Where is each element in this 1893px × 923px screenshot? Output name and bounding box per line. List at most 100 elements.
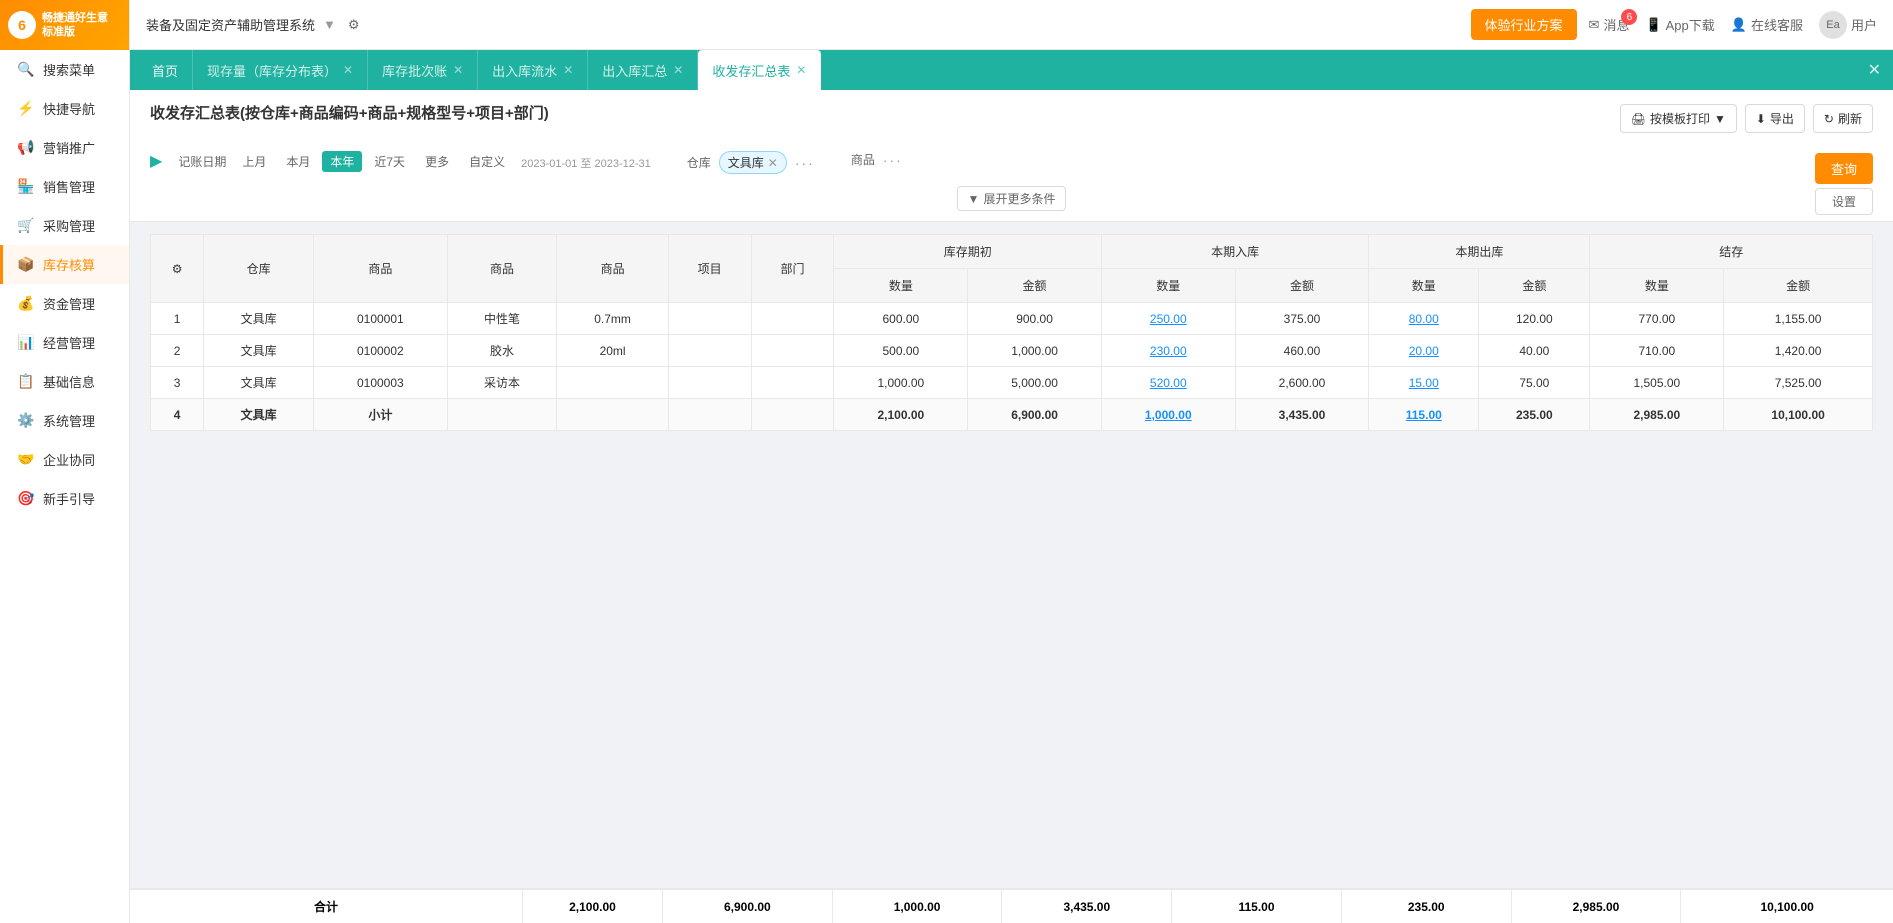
tab-home[interactable]: 首页	[138, 50, 193, 90]
row2-close-qty: 710.00	[1590, 335, 1724, 367]
subtotal-warehouse: 文具库	[204, 399, 314, 431]
tab-close-in-out-flow[interactable]: ✕	[563, 63, 573, 77]
row1-code: 0100001	[313, 303, 447, 335]
row3-in-amt: 2,600.00	[1235, 367, 1369, 399]
sidebar-item-sales[interactable]: 🏪 销售管理	[0, 167, 129, 206]
date-btn-custom[interactable]: 自定义	[461, 151, 513, 172]
close-all-tabs-button[interactable]: ✕	[1856, 60, 1893, 80]
settings-button[interactable]: 设置	[1815, 188, 1873, 215]
print-button[interactable]: 🖨 按模板打印 ▼	[1620, 104, 1737, 133]
online-service-action[interactable]: 👤 在线客服	[1731, 15, 1803, 34]
query-button[interactable]: 查询	[1815, 153, 1873, 184]
date-btn-7days[interactable]: 近7天	[366, 151, 413, 172]
sidebar-item-system[interactable]: ⚙️ 系统管理	[0, 401, 129, 440]
date-btn-prev-month[interactable]: 上月	[234, 151, 274, 172]
filter-section: 收发存汇总表(按仓库+商品编码+商品+规格型号+项目+部门) 🖨 按模板打印 ▼…	[130, 90, 1893, 222]
trial-button[interactable]: 体验行业方案	[1471, 9, 1577, 40]
dropdown-arrow-icon: ▼	[1714, 112, 1726, 126]
message-action[interactable]: ✉ 消息 6	[1589, 15, 1630, 34]
total-open-qty: 2,100.00	[522, 890, 662, 923]
date-shortcut-buttons: 上月 本月 本年 近7天 更多 自定义	[234, 151, 513, 172]
system-icon: ⚙️	[17, 412, 35, 429]
subtotal-in-qty[interactable]: 1,000.00	[1101, 399, 1235, 431]
date-range-display: 2023-01-01 至 2023-12-31	[521, 155, 651, 171]
message-badge: 6	[1621, 9, 1637, 25]
table-container: ⚙ 仓库 商品 商品 商品 项目 部门 库存期初 本期入库 本期出库 结存 数量	[130, 222, 1893, 923]
filter-row-2: ▼ 展开更多条件	[130, 182, 1893, 222]
sidebar-item-purchase[interactable]: 🛒 采购管理	[0, 206, 129, 245]
tab-batch-account[interactable]: 库存批次账 ✕	[368, 50, 478, 90]
date-btn-this-year[interactable]: 本年	[322, 151, 362, 172]
sidebar-item-inventory[interactable]: 📦 库存核算	[0, 245, 129, 284]
table-row: 2 文具库 0100002 胶水 20ml 500.00 1,000.00 23…	[151, 335, 1873, 367]
sidebar-item-enterprise[interactable]: 🤝 企业协同	[0, 440, 129, 479]
row2-open-qty: 500.00	[834, 335, 968, 367]
row2-out-qty[interactable]: 20.00	[1369, 335, 1479, 367]
service-icon: 👤	[1731, 17, 1747, 33]
page-content: 收发存汇总表(按仓库+商品编码+商品+规格型号+项目+部门) 🖨 按模板打印 ▼…	[130, 90, 1893, 923]
operations-icon: 📊	[17, 334, 35, 351]
tab-close-recv-send-summary[interactable]: ✕	[796, 63, 806, 77]
row1-close-qty: 770.00	[1590, 303, 1724, 335]
settings-icon[interactable]: ⚙	[348, 17, 360, 33]
tab-close-in-out-summary[interactable]: ✕	[673, 63, 683, 77]
row1-spec: 0.7mm	[557, 303, 668, 335]
dropdown-icon: ▼	[323, 17, 336, 32]
row1-close-amt: 1,155.00	[1724, 303, 1873, 335]
col-header-product-code: 商品	[313, 235, 447, 303]
sidebar-item-operations[interactable]: 📊 经营管理	[0, 323, 129, 362]
tab-close-batch-account[interactable]: ✕	[453, 63, 463, 77]
tab-inventory-dist[interactable]: 现存量（库存分布表） ✕	[193, 50, 368, 90]
row2-in-qty[interactable]: 230.00	[1101, 335, 1235, 367]
export-button[interactable]: ⬇ 导出	[1745, 104, 1805, 133]
row3-out-amt: 75.00	[1479, 367, 1590, 399]
warehouse-tag-close-button[interactable]: ✕	[768, 156, 778, 170]
subtotal-project	[668, 399, 751, 431]
col-header-product-spec: 商品	[557, 235, 668, 303]
expand-conditions-button[interactable]: ▼ 展开更多条件	[957, 186, 1067, 211]
sidebar-item-quick-nav[interactable]: ⚡ 快捷导航	[0, 89, 129, 128]
sidebar-item-base-info[interactable]: 📋 基础信息	[0, 362, 129, 401]
total-in-amt: 3,435.00	[1002, 890, 1172, 923]
sidebar-item-finance[interactable]: 💰 资金管理	[0, 284, 129, 323]
inventory-icon: 📦	[17, 256, 35, 273]
date-filter-group: 记账日期 上月 本月 本年 近7天 更多 自定义 2023-01-01 至 20…	[178, 151, 650, 172]
table-settings-header[interactable]: ⚙	[151, 235, 204, 303]
subtotal-out-qty[interactable]: 115.00	[1369, 399, 1479, 431]
tab-in-out-flow[interactable]: 出入库流水 ✕	[478, 50, 588, 90]
expand-icon: ▼	[968, 192, 980, 206]
row1-in-qty[interactable]: 250.00	[1101, 303, 1235, 335]
row3-name: 采访本	[447, 367, 557, 399]
tab-close-inventory-dist[interactable]: ✕	[343, 63, 353, 77]
row3-out-qty[interactable]: 15.00	[1369, 367, 1479, 399]
row1-name: 中性笔	[447, 303, 557, 335]
sidebar-item-search[interactable]: 🔍 搜索菜单	[0, 50, 129, 89]
row1-in-amt: 375.00	[1235, 303, 1369, 335]
app-download-action[interactable]: 📱 App下载	[1645, 15, 1714, 34]
total-out-amt: 235.00	[1341, 890, 1511, 923]
row1-dept	[751, 303, 834, 335]
filter-collapse-button[interactable]: ▶	[150, 151, 162, 171]
purchase-icon: 🛒	[17, 217, 35, 234]
date-btn-this-month[interactable]: 本月	[278, 151, 318, 172]
row2-project	[668, 335, 751, 367]
warehouse-filter-more[interactable]: ···	[795, 155, 815, 171]
sidebar-item-marketing[interactable]: 📢 营销推广	[0, 128, 129, 167]
topbar-actions: ✉ 消息 6 📱 App下载 👤 在线客服 Ea 用户	[1589, 11, 1877, 39]
row1-out-qty[interactable]: 80.00	[1369, 303, 1479, 335]
row3-in-qty[interactable]: 520.00	[1101, 367, 1235, 399]
sidebar-item-guide[interactable]: 🎯 新手引导	[0, 479, 129, 518]
system-name-area: 装备及固定资产辅助管理系统 ▼ ⚙	[146, 15, 1459, 34]
phone-icon: 📱	[1645, 17, 1661, 33]
table-row: 1 文具库 0100001 中性笔 0.7mm 600.00 900.00 25…	[151, 303, 1873, 335]
tab-recv-send-summary[interactable]: 收发存汇总表 ✕	[698, 50, 821, 90]
refresh-button[interactable]: ↻ 刷新	[1813, 104, 1873, 133]
row3-dept	[751, 367, 834, 399]
tab-in-out-summary[interactable]: 出入库汇总 ✕	[588, 50, 698, 90]
date-btn-more[interactable]: 更多	[417, 151, 457, 172]
subtotal-spec	[557, 399, 668, 431]
col-header-out-qty: 数量	[1369, 269, 1479, 303]
user-action[interactable]: Ea 用户	[1819, 11, 1877, 39]
product-filter-more[interactable]: ···	[883, 152, 903, 168]
date-filter-label: 记账日期	[178, 153, 226, 170]
